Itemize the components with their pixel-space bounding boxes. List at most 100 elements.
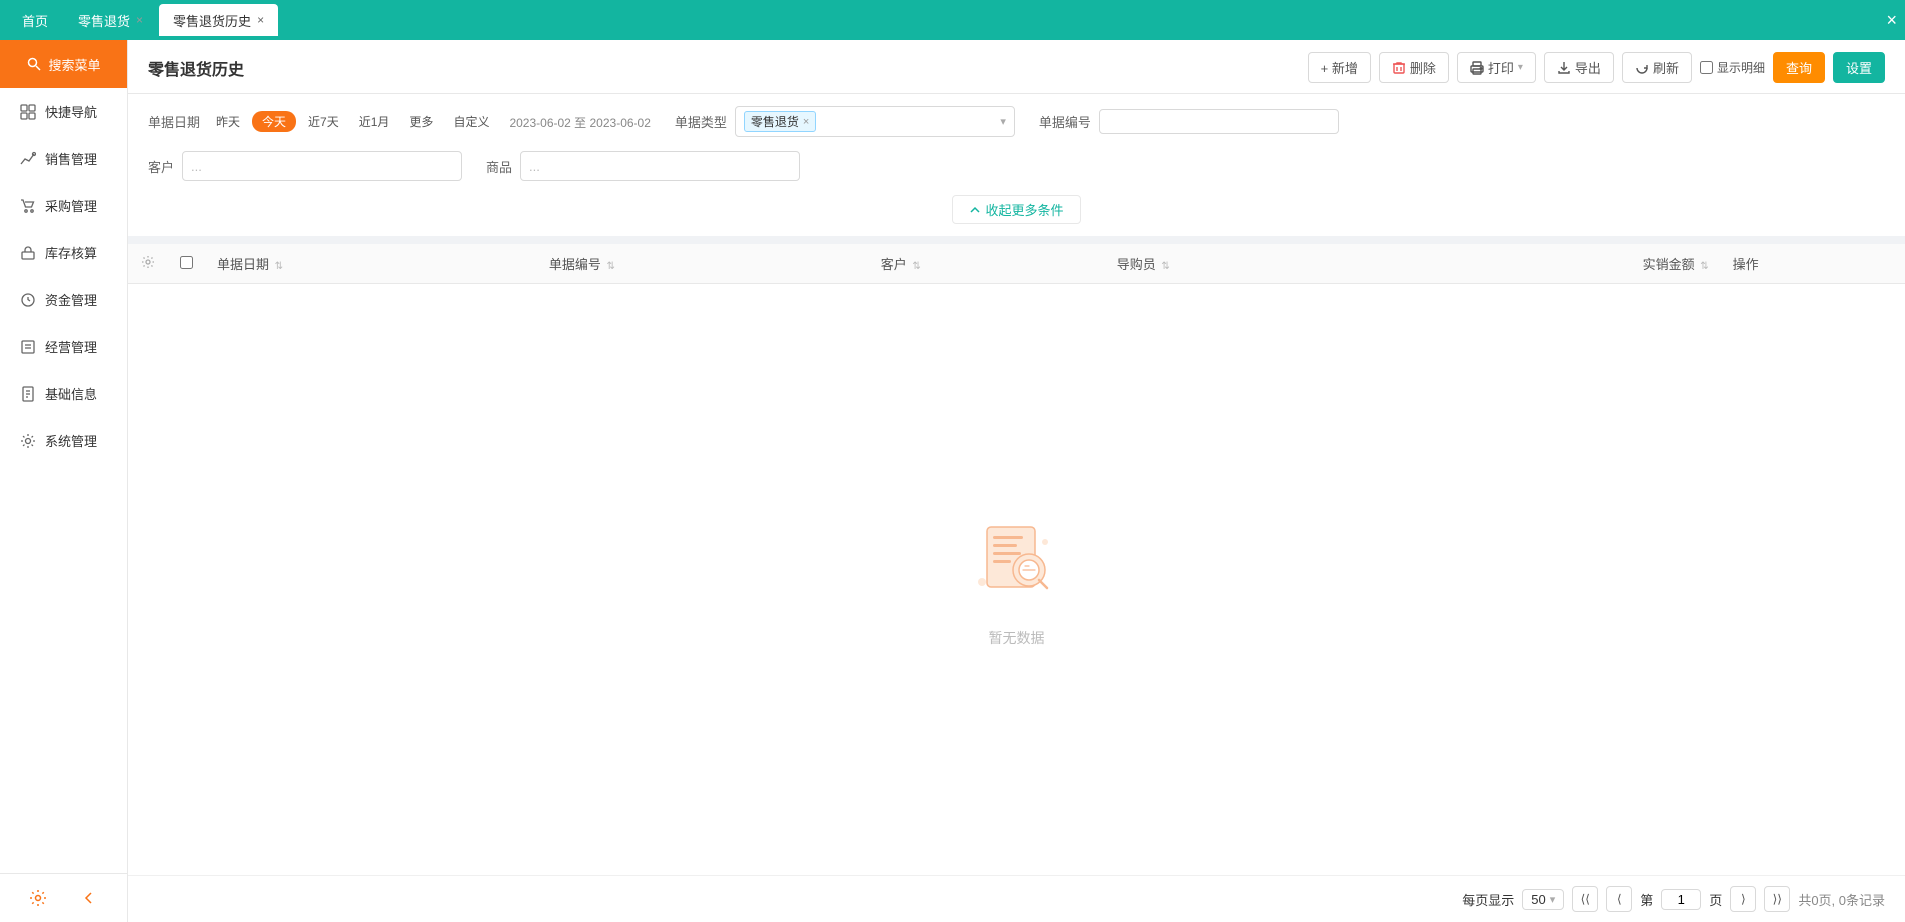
print-button[interactable]: 打印 ▾ [1457,52,1536,83]
customer-select[interactable]: ... [182,151,462,181]
th-amount-label: 实销金额 [1643,257,1695,272]
date-btn-7days[interactable]: 近7天 [300,111,347,132]
last-page-button[interactable]: ⟩⟩ [1764,886,1790,912]
first-page-button[interactable]: ⟨⟨ [1572,886,1598,912]
per-page-select[interactable]: 50 ▾ [1522,889,1564,910]
voucher-no-input[interactable] [1099,109,1339,134]
pagination-bar: 每页显示 50 ▾ ⟨⟨ ⟨ 第 1 页 ⟩ ⟩⟩ 共0页, 0条记录 [128,875,1905,922]
page-header: 零售退货历史 + 新增 删除 打印 ▾ 导出 [128,40,1905,94]
th-guide-sort-icon[interactable]: ⇅ [1161,261,1169,272]
export-label: 导出 [1575,58,1601,77]
goods-select[interactable]: ... [520,151,800,181]
th-date-sort-icon[interactable]: ⇅ [275,261,283,272]
refresh-button[interactable]: 刷新 [1622,52,1692,83]
date-range-display: 2023-06-02 至 2023-06-02 [509,114,650,131]
refresh-label: 刷新 [1653,58,1679,77]
voucher-type-tag-text: 零售退货 [751,113,799,130]
page-prefix-label: 第 [1640,890,1653,909]
th-date-label: 单据日期 [217,257,269,272]
sidebar-item-finance[interactable]: 资金管理 [0,276,127,323]
voucher-type-tag-close[interactable]: × [803,116,809,128]
inventory-icon [19,244,37,262]
sidebar-item-basic-info-label: 基础信息 [45,384,97,403]
date-btn-today[interactable]: 今天 [252,111,296,132]
th-guide-label: 导购员 [1117,257,1156,272]
voucher-no-filter: 单据编号 [1039,109,1339,134]
date-btn-1month[interactable]: 近1月 [351,111,398,132]
sidebar-item-basic-info[interactable]: 基础信息 [0,370,127,417]
query-button[interactable]: 查询 [1773,52,1825,83]
show-detail-checkbox-label[interactable]: 显示明细 [1700,59,1765,76]
data-table: 单据日期 ⇅ 单据编号 ⇅ 客户 ⇅ 导购员 ⇅ [128,244,1905,284]
sidebar-item-inventory[interactable]: 库存核算 [0,229,127,276]
system-icon [19,432,37,450]
delete-label: 删除 [1410,58,1436,77]
settings-bottom-icon[interactable] [26,886,50,910]
th-no: 单据编号 ⇅ [537,244,869,284]
sidebar-item-operations[interactable]: 经营管理 [0,323,127,370]
customer-placeholder: ... [191,159,202,174]
th-date: 单据日期 ⇅ [205,244,537,284]
date-btn-yesterday[interactable]: 昨天 [208,111,248,132]
tab-retail-return-history-label: 零售退货历史 [173,11,251,30]
tab-retail-return-history[interactable]: 零售退货历史 × [159,4,278,36]
tab-retail-return-label: 零售退货 [78,11,130,30]
empty-state: 暂无数据 [128,284,1905,875]
tab-retail-return-history-close[interactable]: × [257,13,264,27]
voucher-type-label: 单据类型 [675,112,727,131]
th-settings [128,244,168,284]
filter-row-1: 单据日期 昨天 今天 近7天 近1月 更多 自定义 2023-06-02 至 2… [148,106,1885,141]
sidebar-item-sales-mgmt[interactable]: 销售管理 [0,135,127,182]
settings-button[interactable]: 设置 [1833,52,1885,83]
table-settings-icon[interactable] [140,254,156,270]
collapse-sidebar-icon[interactable] [77,886,101,910]
sidebar-item-quick-nav[interactable]: 快捷导航 [0,88,127,135]
voucher-type-tag: 零售退货 × [744,111,816,132]
date-options-group: 昨天 今天 近7天 近1月 更多 自定义 [208,111,497,132]
th-amount-sort-icon[interactable]: ⇅ [1700,261,1708,272]
sidebar-search[interactable]: 搜索菜单 [0,40,127,88]
tab-retail-return[interactable]: 零售退货 × [64,4,157,36]
goods-placeholder: ... [529,159,540,174]
filter-row-2: 客户 ... 商品 ... [148,151,1885,185]
print-label: 打印 [1488,58,1514,77]
tab-home[interactable]: 首页 [8,4,62,36]
th-no-sort-icon[interactable]: ⇅ [607,261,615,272]
th-amount: 实销金额 ⇅ [1389,244,1721,284]
sidebar-search-label: 搜索菜单 [48,55,100,74]
select-all-checkbox[interactable] [180,256,193,269]
sidebar-item-quick-nav-label: 快捷导航 [45,102,97,121]
th-customer-sort-icon[interactable]: ⇅ [912,261,920,272]
th-checkbox [168,244,205,284]
prev-page-button[interactable]: ⟨ [1606,886,1632,912]
new-button[interactable]: + 新增 [1308,52,1371,83]
window-close-button[interactable]: × [1886,10,1897,31]
collapse-label: 收起更多条件 [985,200,1063,219]
collapse-filter-button[interactable]: 收起更多条件 [952,195,1080,224]
voucher-type-arrow-icon: ▾ [1000,115,1006,128]
tab-retail-return-close[interactable]: × [136,13,143,27]
voucher-type-select[interactable]: 零售退货 × ▾ [735,106,1015,137]
print-arrow-icon: ▾ [1518,62,1523,73]
sidebar-item-system-mgmt-label: 系统管理 [45,431,97,450]
page-number-input[interactable]: 1 [1661,889,1701,910]
sidebar-item-purchase-mgmt[interactable]: 采购管理 [0,182,127,229]
purchase-icon [19,197,37,215]
next-page-button[interactable]: ⟩ [1730,886,1756,912]
sidebar-item-purchase-label: 采购管理 [45,196,97,215]
sidebar-item-system-mgmt[interactable]: 系统管理 [0,417,127,464]
per-page-value: 50 [1531,892,1545,907]
th-ops: 操作 [1721,244,1905,284]
sidebar-item-inventory-label: 库存核算 [45,243,97,262]
empty-illustration [967,512,1067,612]
empty-text: 暂无数据 [989,628,1045,648]
date-btn-more[interactable]: 更多 [401,111,441,132]
top-bar: 首页 零售退货 × 零售退货历史 × × [0,0,1905,40]
main-layout: 搜索菜单 快捷导航 销售管理 采购管理 库存核算 [0,40,1905,922]
show-detail-checkbox[interactable] [1700,61,1713,74]
export-button[interactable]: 导出 [1544,52,1614,83]
date-btn-custom[interactable]: 自定义 [445,111,497,132]
customer-filter: 客户 ... [148,151,462,181]
delete-button[interactable]: 删除 [1379,52,1449,83]
th-customer: 客户 ⇅ [869,244,1105,284]
